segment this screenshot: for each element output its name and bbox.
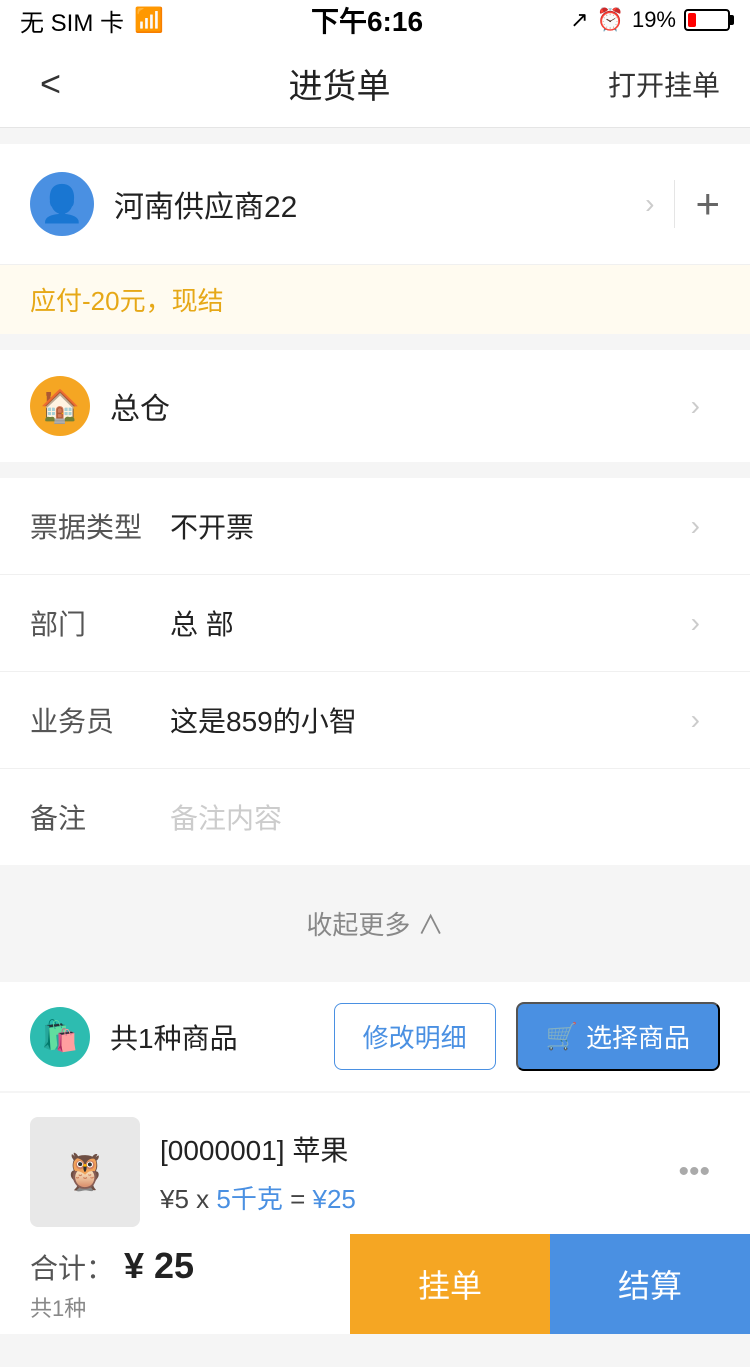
carrier-label: 无 SIM 卡 [20, 3, 124, 38]
back-button[interactable]: < [30, 53, 71, 115]
warehouse-icon-wrap: 🏠 [30, 376, 90, 436]
product-quantity: 5千克 [216, 1184, 282, 1214]
dept-label: 部门 [30, 603, 150, 643]
total-amount: ¥ 25 [124, 1245, 194, 1287]
price-multiply: x [196, 1184, 216, 1214]
total-label: 合计： [30, 1247, 114, 1287]
invoice-chevron-icon: › [691, 510, 700, 542]
status-right: ↗ ⏰ 19% [570, 7, 730, 33]
supplier-avatar: 👤 [30, 172, 94, 236]
product-thumb-icon: 🦉 [63, 1151, 108, 1193]
invoice-type-row[interactable]: 票据类型 不开票 › [0, 478, 750, 575]
chevron-right-icon: › [645, 188, 654, 220]
dept-row[interactable]: 部门 总 部 › [0, 575, 750, 672]
select-product-label: 选择商品 [586, 1018, 690, 1055]
product-info: [0000001] 苹果 ¥5 x 5千克 = ¥25 [160, 1129, 648, 1216]
products-header: 🛍️ 共1种商品 修改明细 🛒 选择商品 [0, 982, 750, 1091]
warehouse-chevron-icon: › [691, 390, 700, 422]
product-title: 苹果 [292, 1135, 348, 1166]
home-icon: 🏠 [40, 387, 80, 425]
time-label: 下午6:16 [311, 0, 423, 40]
settle-button[interactable]: 结算 [550, 1234, 750, 1334]
battery-fill [688, 13, 696, 27]
sales-label: 业务员 [30, 700, 150, 740]
supplier-row[interactable]: 👤 河南供应商22 › + [0, 144, 750, 265]
dept-chevron-icon: › [691, 607, 700, 639]
alarm-icon: ⏰ [597, 7, 624, 33]
person-icon: 👤 [40, 183, 85, 225]
warehouse-row[interactable]: 🏠 总仓 › [0, 350, 750, 462]
remark-input[interactable]: 备注内容 [150, 797, 720, 837]
sales-value: 这是859的小智 [150, 700, 691, 740]
cart-icon: 🛍️ [41, 1019, 78, 1054]
remark-row[interactable]: 备注 备注内容 [0, 769, 750, 865]
total-section: 合计： ¥ 25 共1种 [0, 1245, 350, 1323]
nav-bar: < 进货单 打开挂单 [0, 40, 750, 128]
product-total: ¥25 [313, 1184, 356, 1214]
battery-percent: 19% [632, 7, 676, 33]
product-price: ¥5 x 5千克 = ¥25 [160, 1179, 648, 1216]
product-item: 🦉 [0000001] 苹果 ¥5 x 5千克 = ¥25 ••• [0, 1093, 750, 1251]
battery-icon [684, 9, 730, 31]
collapse-button[interactable]: 收起更多 ∧ [0, 881, 750, 966]
open-pending-button[interactable]: 打开挂单 [608, 64, 720, 104]
page-title: 进货单 [289, 59, 391, 108]
select-product-icon: 🛒 [546, 1021, 578, 1052]
product-thumbnail: 🦉 [30, 1117, 140, 1227]
sales-chevron-icon: › [691, 704, 700, 736]
products-count: 共1种商品 [110, 1017, 314, 1057]
supplier-info-banner: 应付-20元，现结 [0, 265, 750, 334]
wifi-icon: 📶 [134, 6, 164, 35]
select-product-button[interactable]: 🛒 选择商品 [516, 1002, 720, 1071]
warehouse-label: 总仓 [110, 384, 691, 428]
total-sub: 共1种 [30, 1291, 320, 1323]
products-icon-wrap: 🛍️ [30, 1007, 90, 1067]
supplier-name: 河南供应商22 [114, 182, 645, 226]
price-equals: = [290, 1184, 312, 1214]
supplier-section: 👤 河南供应商22 › + 应付-20元，现结 [0, 144, 750, 334]
invoice-label: 票据类型 [30, 506, 150, 546]
remark-label: 备注 [30, 797, 150, 837]
product-name: [0000001] 苹果 [160, 1129, 648, 1169]
warehouse-section: 🏠 总仓 › [0, 350, 750, 462]
status-left: 无 SIM 卡 📶 [20, 3, 164, 38]
sales-row[interactable]: 业务员 这是859的小智 › [0, 672, 750, 769]
add-button[interactable]: + [674, 180, 720, 228]
dept-value: 总 部 [150, 603, 691, 643]
product-more-button[interactable]: ••• [668, 1145, 720, 1199]
invoice-value: 不开票 [150, 506, 691, 546]
status-bar: 无 SIM 卡 📶 下午6:16 ↗ ⏰ 19% [0, 0, 750, 40]
form-section: 票据类型 不开票 › 部门 总 部 › 业务员 这是859的小智 › 备注 备注… [0, 478, 750, 865]
product-code: [0000001] [160, 1135, 285, 1166]
hang-button[interactable]: 挂单 [350, 1234, 550, 1334]
location-icon: ↗ [570, 7, 588, 33]
separator-1 [0, 128, 750, 144]
price-value: ¥5 [160, 1184, 189, 1214]
bottom-bar: 合计： ¥ 25 共1种 挂单 结算 [0, 1234, 750, 1334]
edit-details-button[interactable]: 修改明细 [334, 1003, 496, 1070]
total-main: 合计： ¥ 25 [30, 1245, 320, 1287]
